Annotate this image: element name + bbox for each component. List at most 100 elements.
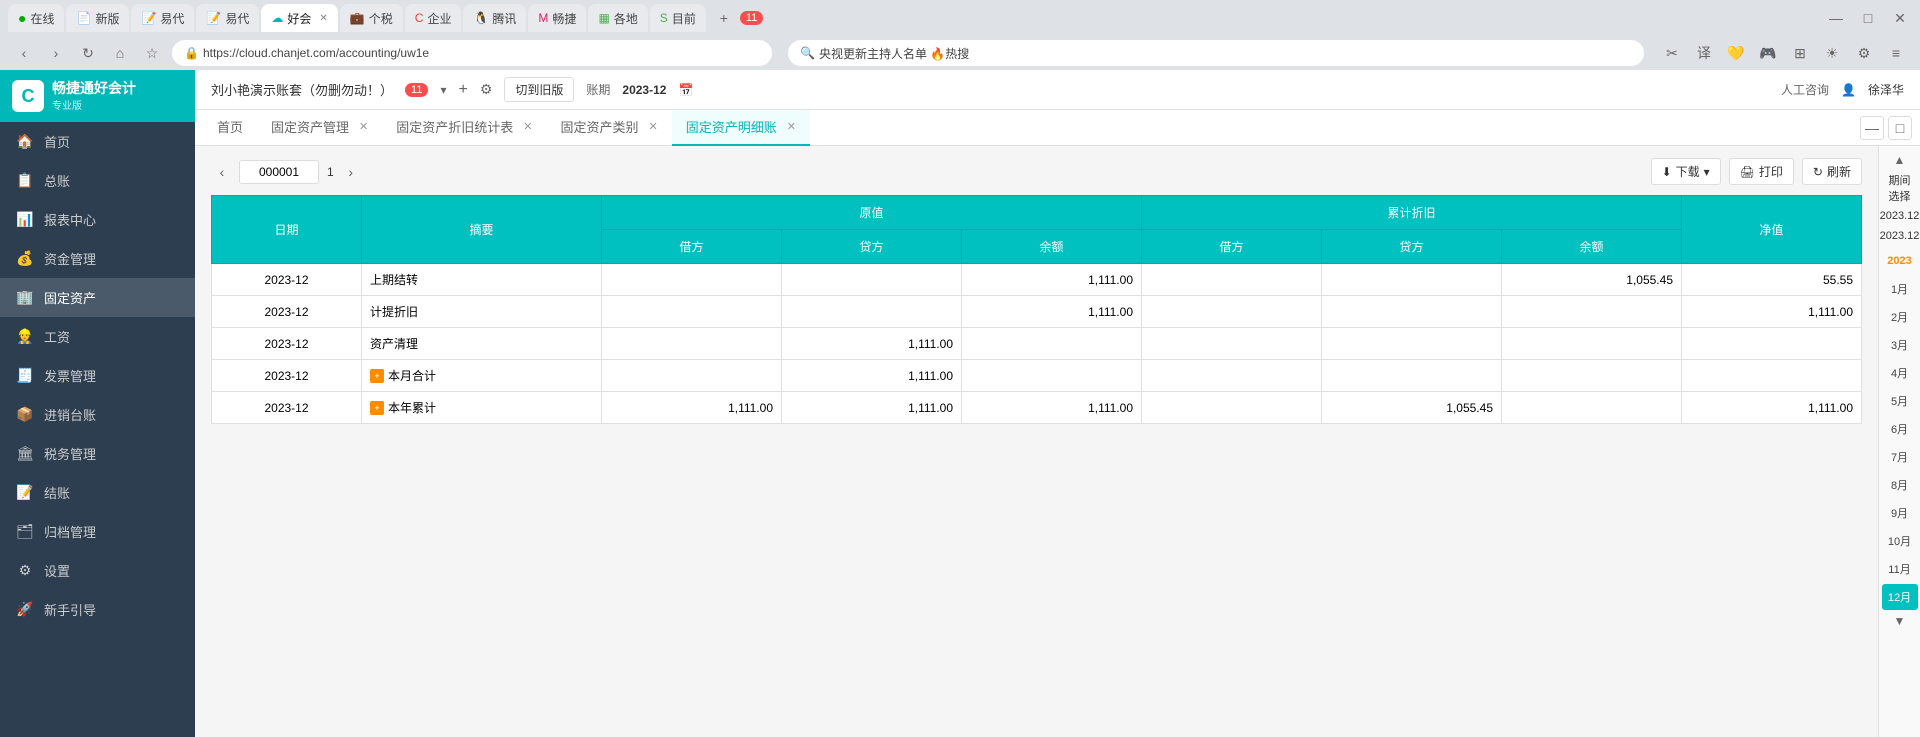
browser-tab-gedi[interactable]: ▦ 各地	[588, 4, 647, 32]
period-month-10[interactable]: 10月	[1882, 528, 1918, 554]
forward-btn[interactable]: ›	[44, 41, 68, 65]
prev-page-btn[interactable]: ‹	[211, 161, 233, 183]
sidebar-label-funds: 资金管理	[44, 249, 96, 268]
calendar-icon[interactable]: 📅	[678, 83, 693, 97]
browser-tab-close[interactable]: ✕	[319, 13, 327, 24]
home-btn[interactable]: ⌂	[108, 41, 132, 65]
browser-tab-online[interactable]: ● 在线	[8, 4, 64, 32]
sidebar-item-archive[interactable]: 🗂 归档管理	[0, 512, 195, 551]
tab-close-fixed-assets-mgmt[interactable]: ✕	[359, 120, 368, 133]
tab-fixed-assets-mgmt[interactable]: 固定资产管理 ✕	[257, 110, 382, 146]
browser-tab-new[interactable]: 📄 新版	[66, 4, 129, 32]
gaming-btn[interactable]: 🎮	[1756, 41, 1780, 65]
right-panel: ▲ 期间选择 2023.12 2023.12 2023 1月 2月 3月 4月 …	[1878, 146, 1920, 737]
period-month-9[interactable]: 9月	[1882, 500, 1918, 526]
tab-close-asset-detail[interactable]: ✕	[787, 120, 796, 133]
user-avatar: 👤	[1841, 83, 1856, 97]
row-date-3: 2023-12	[212, 328, 362, 360]
sidebar-item-home[interactable]: 🏠 首页	[0, 122, 195, 161]
period-month-3[interactable]: 3月	[1882, 332, 1918, 358]
brightness-btn[interactable]: ☀	[1820, 41, 1844, 65]
sidebar-item-ledger[interactable]: 📋 总账	[0, 161, 195, 200]
period-date-start[interactable]: 2023.12	[1878, 206, 1920, 226]
next-page-btn[interactable]: ›	[340, 161, 362, 183]
sidebar-item-settings[interactable]: ⚙ 设置	[0, 551, 195, 590]
row-orig-debit-4	[602, 360, 782, 392]
period-month-6[interactable]: 6月	[1882, 416, 1918, 442]
period-month-12[interactable]: 12月	[1882, 584, 1918, 610]
sidebar-label-settings: 设置	[44, 561, 70, 580]
browser-tab-haohui[interactable]: ☁ 好会 ✕	[261, 4, 337, 32]
tab-minimize-btn[interactable]: —	[1860, 116, 1884, 140]
period-month-5[interactable]: 5月	[1882, 388, 1918, 414]
row-net-3	[1682, 328, 1862, 360]
period-year-2023[interactable]: 2023	[1882, 248, 1918, 274]
download-btn[interactable]: ⬇ 下载 ▾	[1651, 158, 1721, 185]
address-bar-url[interactable]: 🔒 https://cloud.chanjet.com/accounting/u…	[172, 40, 772, 66]
refresh-data-btn[interactable]: ↻ 刷新	[1802, 158, 1862, 185]
tab-home[interactable]: 首页	[203, 110, 257, 146]
new-tab-btn[interactable]: +	[712, 6, 736, 30]
period-month-1[interactable]: 1月	[1882, 276, 1918, 302]
period-date-end[interactable]: 2023.12	[1878, 226, 1920, 246]
browser-maximize[interactable]: □	[1856, 6, 1880, 30]
tab-asset-category[interactable]: 固定资产类别 ✕	[546, 110, 671, 146]
tab-close-asset-category[interactable]: ✕	[649, 120, 658, 133]
dropdown-icon[interactable]: ▾	[440, 83, 446, 97]
switch-version-btn[interactable]: 切到旧版	[504, 77, 574, 102]
sidebar: C 畅捷通好会计 专业版 🏠 首页 📋 总账 📊 报表中心 💰 资金管	[0, 70, 195, 737]
row-acc-credit-2	[1322, 296, 1502, 328]
bookmark-btn[interactable]: ☆	[140, 41, 164, 65]
browser-tab-yidai1[interactable]: 📝 易代	[131, 4, 194, 32]
row-summary-5: + 本年累计	[362, 392, 602, 424]
period-month-11[interactable]: 11月	[1882, 556, 1918, 582]
browser-tab-geshui[interactable]: 💼 个税	[340, 4, 403, 32]
content-main: ‹ 1 › ⬇ 下载 ▾ 🖨 打印	[195, 146, 1878, 737]
th-acc-balance: 余额	[1502, 230, 1682, 264]
search-box[interactable]: 🔍 央视更新主持人名单 🔥热搜	[788, 40, 1644, 66]
browser-close[interactable]: ✕	[1888, 6, 1912, 30]
browser-tab-changjie[interactable]: M 畅捷	[528, 4, 586, 32]
archive-icon: 🗂	[16, 523, 34, 541]
period-month-4[interactable]: 4月	[1882, 360, 1918, 386]
wallet-btn[interactable]: 💛	[1724, 41, 1748, 65]
sidebar-item-tax[interactable]: 🏛 税务管理	[0, 434, 195, 473]
panel-scroll-down[interactable]: ▼	[1882, 611, 1918, 631]
row-acc-credit-3	[1322, 328, 1502, 360]
settings-btn[interactable]: ⚙	[1852, 41, 1876, 65]
print-btn[interactable]: 🖨 打印	[1729, 158, 1794, 185]
panel-scroll-up[interactable]: ▲	[1882, 150, 1918, 170]
translate-btn[interactable]: 译	[1692, 41, 1716, 65]
extensions-btn[interactable]: ✂	[1660, 41, 1684, 65]
browser-minimize[interactable]: —	[1824, 6, 1848, 30]
th-accumulated-dep: 累计折旧	[1142, 196, 1682, 230]
page-number-input[interactable]	[239, 160, 319, 184]
period-month-2[interactable]: 2月	[1882, 304, 1918, 330]
sidebar-item-inventory[interactable]: 📦 进销台账	[0, 395, 195, 434]
tab-depreciation-stats[interactable]: 固定资产折旧统计表 ✕	[382, 110, 546, 146]
add-btn[interactable]: +	[458, 81, 467, 99]
sidebar-item-guide[interactable]: 🚀 新手引导	[0, 590, 195, 629]
sidebar-item-closing[interactable]: 📝 结账	[0, 473, 195, 512]
action-buttons: ⬇ 下载 ▾ 🖨 打印 ↻ 刷新	[1651, 158, 1862, 185]
sidebar-item-invoice[interactable]: 🧾 发票管理	[0, 356, 195, 395]
back-btn[interactable]: ‹	[12, 41, 36, 65]
grid-btn[interactable]: ⊞	[1788, 41, 1812, 65]
browser-tab-qiye[interactable]: C 企业	[405, 4, 462, 32]
browser-tab-tencent[interactable]: 🐧 腾讯	[463, 4, 526, 32]
sidebar-item-payroll[interactable]: 👷 工资	[0, 317, 195, 356]
sidebar-item-funds[interactable]: 💰 资金管理	[0, 239, 195, 278]
period-month-7[interactable]: 7月	[1882, 444, 1918, 470]
tab-close-depreciation-stats[interactable]: ✕	[523, 120, 532, 133]
browser-tab-muqian[interactable]: S 目前	[650, 4, 706, 32]
menu-btn[interactable]: ≡	[1884, 41, 1908, 65]
config-btn[interactable]: ⚙	[480, 81, 493, 98]
sidebar-item-fixed-assets[interactable]: 🏢 固定资产	[0, 278, 195, 317]
browser-tab-yidai2[interactable]: 📝 易代	[196, 4, 259, 32]
consult-btn[interactable]: 人工咨询	[1781, 81, 1829, 98]
period-month-8[interactable]: 8月	[1882, 472, 1918, 498]
sidebar-item-reports[interactable]: 📊 报表中心	[0, 200, 195, 239]
tab-asset-detail[interactable]: 固定资产明细账 ✕	[672, 110, 810, 146]
tab-maximize-btn[interactable]: □	[1888, 116, 1912, 140]
refresh-btn[interactable]: ↻	[76, 41, 100, 65]
